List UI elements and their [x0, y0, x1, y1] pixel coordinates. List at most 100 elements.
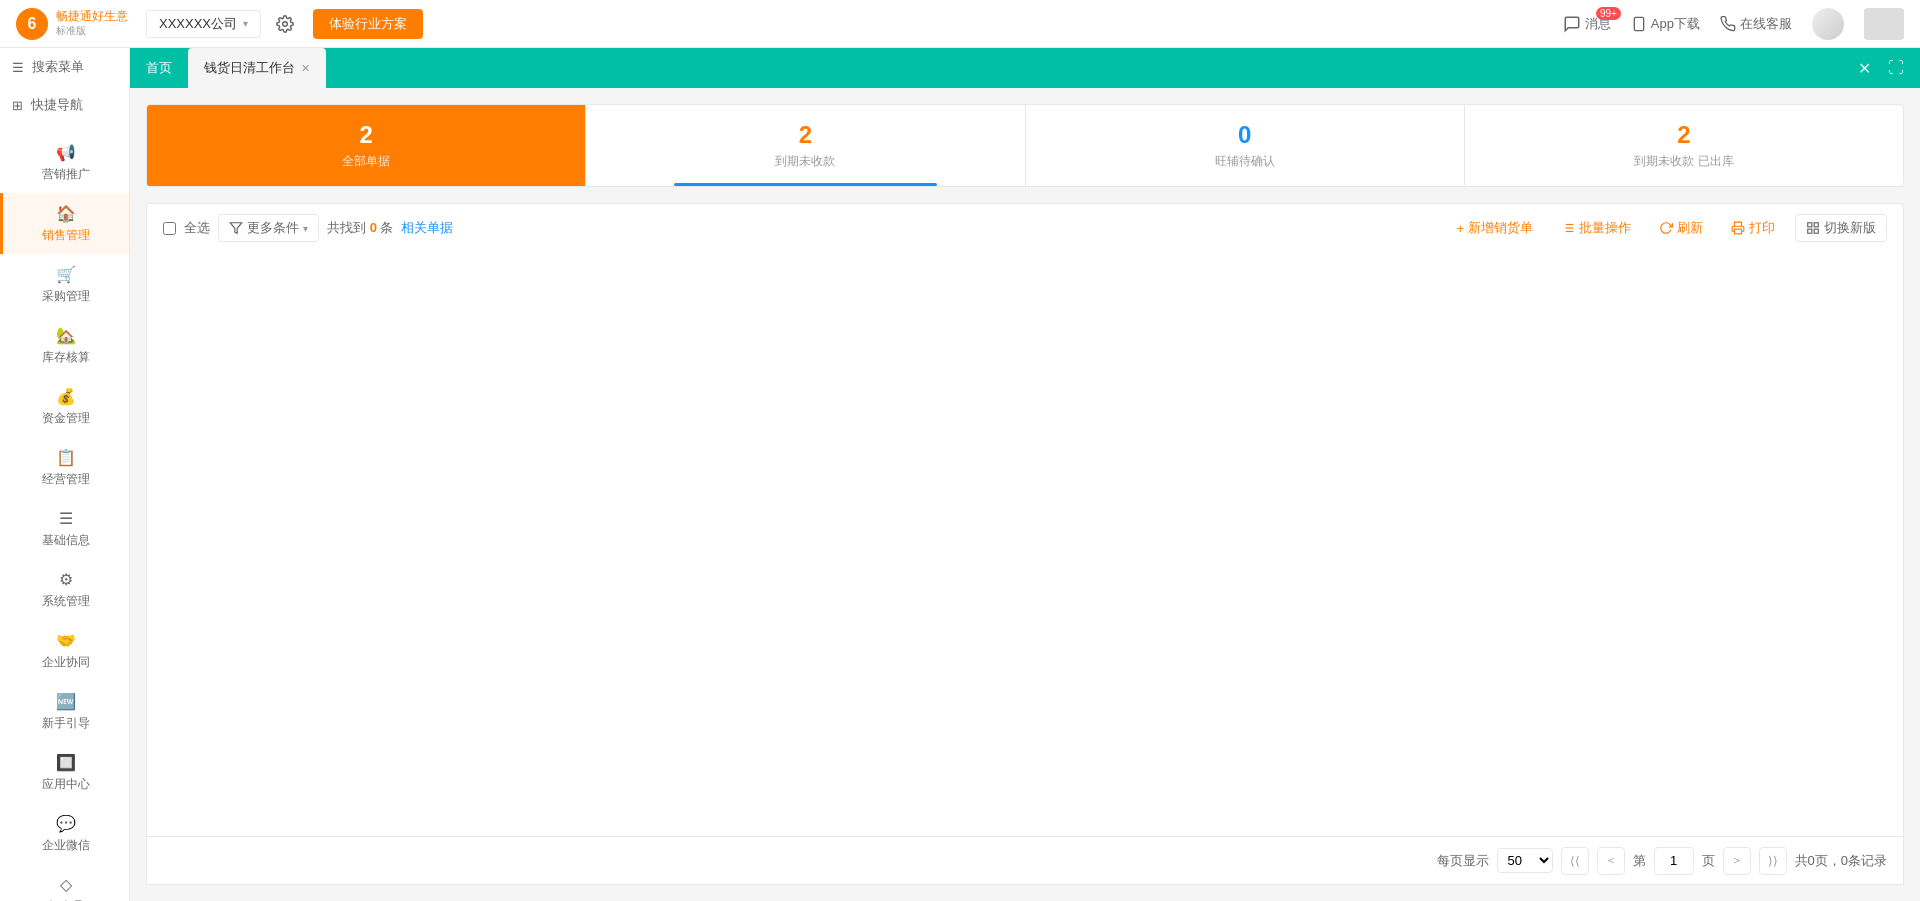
basic-icon: ☰ — [56, 508, 76, 528]
new-btn-label: 新增销货单 — [1468, 219, 1533, 237]
stat-card-pending[interactable]: 0 旺辅待确认 — [1026, 105, 1465, 186]
company-name: XXXXXX公司 — [159, 15, 237, 33]
stat-label-overdue: 到期未收款 — [775, 153, 835, 170]
per-page-select[interactable]: 50 100 200 — [1497, 848, 1553, 873]
tab-home[interactable]: 首页 — [130, 48, 188, 88]
print-icon — [1731, 221, 1745, 235]
stat-number-overdue-out: 2 — [1677, 121, 1690, 149]
select-all-checkbox[interactable] — [163, 222, 176, 235]
avatar[interactable] — [1812, 8, 1844, 40]
user-name-area[interactable] — [1864, 8, 1904, 40]
switch-btn-label: 切换新版 — [1824, 219, 1876, 237]
sidebar-item-system[interactable]: ⚙ 系统管理 — [0, 559, 129, 620]
marketing-icon: 📢 — [56, 142, 76, 162]
search-icon: ☰ — [12, 60, 24, 75]
sidebar-item-member[interactable]: ◇ 畅会员 — [0, 864, 129, 901]
chevron-down-filter-icon: ▾ — [303, 223, 308, 234]
guide-icon: 🆕 — [56, 691, 76, 711]
stat-label-overdue-out: 到期未收款 已出库 — [1634, 153, 1733, 170]
batch-icon — [1561, 221, 1575, 235]
stat-label-pending: 旺辅待确认 — [1215, 153, 1275, 170]
trial-button[interactable]: 体验行业方案 — [313, 9, 423, 39]
per-page-label: 每页显示 — [1437, 852, 1489, 870]
sidebar-label-marketing: 营销推广 — [42, 166, 90, 183]
tab-close-icon[interactable]: ✕ — [301, 62, 310, 75]
more-filters-label: 更多条件 — [247, 219, 299, 237]
table-area — [146, 252, 1904, 837]
switch-version-button[interactable]: 切换新版 — [1795, 214, 1887, 242]
message-button[interactable]: 消息 99+ — [1563, 15, 1611, 33]
quick-nav-item[interactable]: ⊞ 快捷导航 — [0, 86, 129, 124]
batch-btn-label: 批量操作 — [1579, 219, 1631, 237]
sidebar-item-marketing[interactable]: 📢 营销推广 — [0, 132, 129, 193]
app-download-button[interactable]: App下载 — [1631, 15, 1700, 33]
main-layout: ☰ 搜索菜单 ⊞ 快捷导航 📢 营销推广 🏠 销售管理 🛒 采购管理 🏡 库存核… — [0, 48, 1920, 901]
print-button[interactable]: 打印 — [1723, 215, 1783, 241]
sidebar-item-inventory[interactable]: 🏡 库存核算 — [0, 315, 129, 376]
online-service-button[interactable]: 在线客服 — [1720, 15, 1792, 33]
sidebar-label-system: 系统管理 — [42, 593, 90, 610]
tab-bar: 首页 钱货日清工作台 ✕ ✕ ⛶ — [130, 48, 1920, 88]
online-service-label: 在线客服 — [1740, 15, 1792, 33]
sidebar-item-guide[interactable]: 🆕 新手引导 — [0, 681, 129, 742]
sidebar-item-sales[interactable]: 🏠 销售管理 — [0, 193, 129, 254]
refresh-button[interactable]: 刷新 — [1651, 215, 1711, 241]
sidebar-item-wechat[interactable]: 💬 企业微信 — [0, 803, 129, 864]
sidebar-label-inventory: 库存核算 — [42, 349, 90, 366]
refresh-icon — [1659, 221, 1673, 235]
sidebar-label-guide: 新手引导 — [42, 715, 90, 732]
stat-number-pending: 0 — [1238, 121, 1251, 149]
sidebar-item-corp[interactable]: 🤝 企业协同 — [0, 620, 129, 681]
stat-card-all[interactable]: 2 全部单据 — [147, 105, 586, 186]
last-page-button[interactable]: ⟩⟩ — [1759, 847, 1787, 875]
total-records-text: 共0页，0条记录 — [1795, 852, 1887, 870]
member-icon: ◇ — [56, 874, 76, 894]
print-label: 打印 — [1749, 219, 1775, 237]
new-sales-order-button[interactable]: + 新增销货单 — [1448, 215, 1541, 241]
svg-rect-10 — [1735, 229, 1742, 234]
svg-rect-12 — [1814, 223, 1818, 227]
tab-work-bench[interactable]: 钱货日清工作台 ✕ — [188, 48, 326, 88]
page-number-input[interactable] — [1654, 847, 1694, 875]
batch-operations-button[interactable]: 批量操作 — [1553, 215, 1639, 241]
settings-button[interactable] — [269, 8, 301, 40]
svg-rect-1 — [1634, 17, 1643, 30]
tab-minimize-button[interactable]: ✕ — [1852, 56, 1876, 80]
page-content: 2 全部单据 2 到期未收款 0 旺辅待确认 2 到期未收款 已出库 — [130, 88, 1920, 901]
logo-area: 6 畅捷通好生意 标准版 — [16, 8, 146, 40]
sidebar-item-purchase[interactable]: 🛒 采购管理 — [0, 254, 129, 315]
next-page-button[interactable]: ＞ — [1723, 847, 1751, 875]
toolbar-left: 全选 更多条件 ▾ 共找到 0 条 相关单据 — [163, 214, 453, 242]
tab-maximize-button[interactable]: ⛶ — [1884, 56, 1908, 80]
plus-icon: + — [1456, 221, 1464, 236]
sales-icon: 🏠 — [56, 203, 76, 223]
content-area: 首页 钱货日清工作台 ✕ ✕ ⛶ 2 全部单据 2 到期未收款 — [130, 48, 1920, 901]
related-link[interactable]: 相关单据 — [401, 219, 453, 237]
refresh-label: 刷新 — [1677, 219, 1703, 237]
toolbar: 全选 更多条件 ▾ 共找到 0 条 相关单据 — [146, 203, 1904, 252]
sidebar: ☰ 搜索菜单 ⊞ 快捷导航 📢 营销推广 🏠 销售管理 🛒 采购管理 🏡 库存核… — [0, 48, 130, 901]
search-menu-item[interactable]: ☰ 搜索菜单 — [0, 48, 129, 86]
sidebar-item-basic[interactable]: ☰ 基础信息 — [0, 498, 129, 559]
select-all-label: 全选 — [184, 219, 210, 237]
sidebar-label-wechat: 企业微信 — [42, 837, 90, 854]
logo-sub: 标准版 — [56, 24, 128, 38]
logo-text: 畅捷通好生意 — [56, 9, 128, 25]
search-menu-label: 搜索菜单 — [32, 58, 84, 76]
sidebar-item-app[interactable]: 🔲 应用中心 — [0, 742, 129, 803]
pagination-bar: 每页显示 50 100 200 ⟨⟨ ＜ 第 页 ＞ ⟩⟩ 共0页，0条记录 — [146, 837, 1904, 885]
chevron-down-icon: ▾ — [243, 18, 248, 29]
svg-rect-13 — [1814, 229, 1818, 233]
stat-card-overdue-out[interactable]: 2 到期未收款 已出库 — [1465, 105, 1903, 186]
finance-icon: 💰 — [56, 386, 76, 406]
prev-page-button[interactable]: ＜ — [1597, 847, 1625, 875]
toolbar-right: + 新增销货单 批量操作 刷新 — [1448, 214, 1887, 242]
sidebar-item-operation[interactable]: 📋 经营管理 — [0, 437, 129, 498]
message-badge: 99+ — [1596, 7, 1621, 20]
sidebar-item-finance[interactable]: 💰 资金管理 — [0, 376, 129, 437]
sidebar-label-operation: 经营管理 — [42, 471, 90, 488]
first-page-button[interactable]: ⟨⟨ — [1561, 847, 1589, 875]
more-filters-button[interactable]: 更多条件 ▾ — [218, 214, 319, 242]
stat-card-overdue[interactable]: 2 到期未收款 — [586, 105, 1025, 186]
company-selector[interactable]: XXXXXX公司 ▾ — [146, 10, 261, 38]
